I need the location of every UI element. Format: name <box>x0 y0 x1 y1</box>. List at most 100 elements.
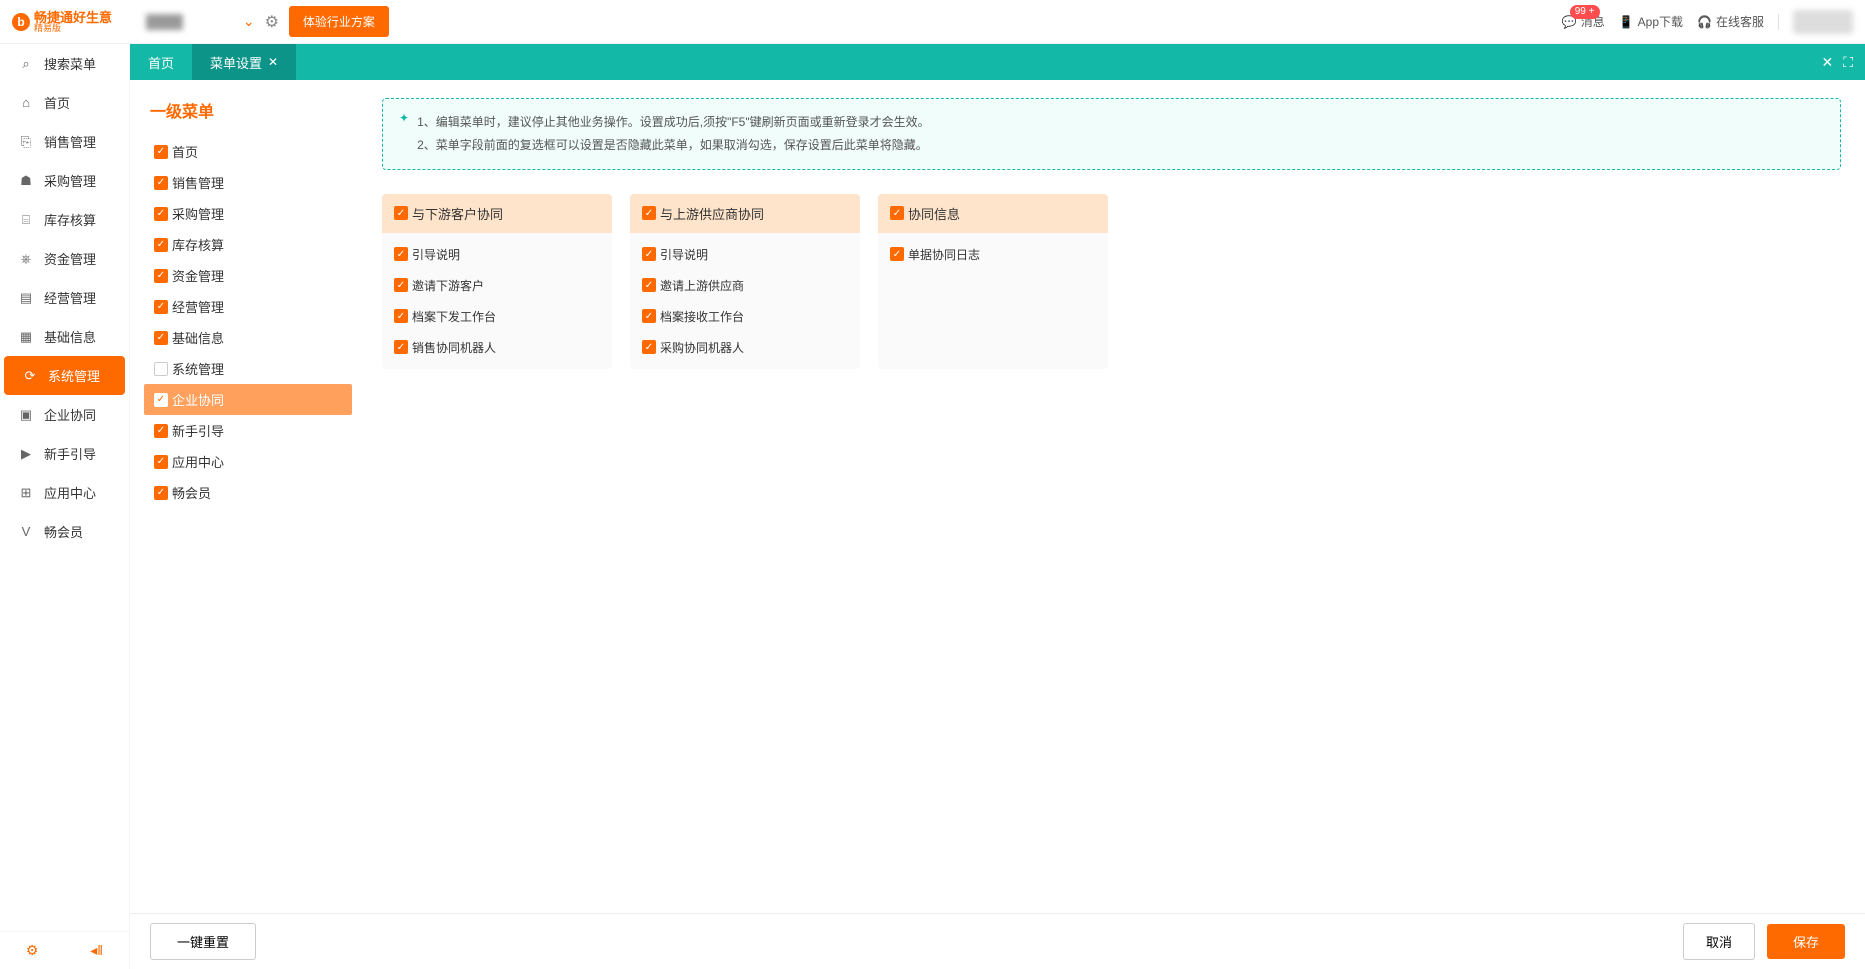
level1-item[interactable]: ✓库存核算 <box>150 229 358 260</box>
checkbox[interactable]: ✓ <box>394 340 408 354</box>
detail-panel: ✦ 1、编辑菜单时，建议停止其他业务操作。设置成功后,须按"F5"键刷新页面或重… <box>358 80 1865 913</box>
save-button[interactable]: 保存 <box>1767 924 1845 959</box>
sidebar-collapse-icon[interactable]: ◂‖ <box>90 942 103 959</box>
sidebar-item-fund[interactable]: ⎈资金管理 <box>0 239 129 278</box>
tenant-chevron-icon[interactable]: ⌄ <box>243 13 255 30</box>
checkbox[interactable]: ✓ <box>154 331 168 345</box>
menu-group-header[interactable]: ✓与下游客户协同 <box>382 194 612 233</box>
level1-item[interactable]: ✓企业协同 <box>144 384 352 415</box>
tabbar-fullscreen-icon[interactable]: ⛶ <box>1843 54 1853 71</box>
checkbox[interactable]: ✓ <box>642 340 656 354</box>
online-service-link[interactable]: 🎧 在线客服 <box>1697 13 1764 30</box>
sidebar-item-sys[interactable]: ⟳系统管理 <box>4 356 125 395</box>
checkbox[interactable]: ✓ <box>890 206 904 220</box>
sidebar-item-label: 经营管理 <box>44 288 96 307</box>
menu-group-header[interactable]: ✓协同信息 <box>878 194 1108 233</box>
checkbox[interactable]: ✓ <box>154 424 168 438</box>
tab-1[interactable]: 菜单设置✕ <box>192 44 296 80</box>
checkbox[interactable]: ✓ <box>394 206 408 220</box>
level1-item[interactable]: ✓应用中心 <box>150 446 358 477</box>
checkbox[interactable] <box>154 362 168 376</box>
level1-item[interactable]: ✓基础信息 <box>150 322 358 353</box>
menu-group-title: 与上游供应商协同 <box>660 204 764 223</box>
menu-group-item-label: 引导说明 <box>412 246 460 263</box>
menu-group-item[interactable]: ✓档案接收工作台 <box>630 301 860 332</box>
sidebar-item-biz[interactable]: ▤经营管理 <box>0 278 129 317</box>
menu-group-item[interactable]: ✓邀请下游客户 <box>382 270 612 301</box>
checkbox[interactable]: ✓ <box>154 393 168 407</box>
sidebar-item-stock[interactable]: ⌸库存核算 <box>0 200 129 239</box>
menu-group-item[interactable]: ✓单据协同日志 <box>878 239 1108 270</box>
logo-icon: b <box>12 13 30 31</box>
sidebar-item-vip[interactable]: V畅会员 <box>0 512 129 551</box>
industry-plan-button[interactable]: 体验行业方案 <box>289 6 389 37</box>
sidebar-item-label: 基础信息 <box>44 327 96 346</box>
checkbox[interactable]: ✓ <box>154 176 168 190</box>
menu-group: ✓协同信息 ✓单据协同日志 <box>878 194 1108 369</box>
level1-item[interactable]: ✓经营管理 <box>150 291 358 322</box>
tenant-selector[interactable]: ████ <box>146 14 183 29</box>
checkbox[interactable]: ✓ <box>154 145 168 159</box>
tabbar-close-icon[interactable]: ✕ <box>1821 54 1833 71</box>
info-box: ✦ 1、编辑菜单时，建议停止其他业务操作。设置成功后,须按"F5"键刷新页面或重… <box>382 98 1841 170</box>
checkbox[interactable]: ✓ <box>154 269 168 283</box>
level1-item-label: 系统管理 <box>172 359 224 378</box>
checkbox[interactable]: ✓ <box>394 247 408 261</box>
tab-0[interactable]: 首页 <box>130 44 192 80</box>
logo[interactable]: b 畅捷通好生意 精易版 <box>12 11 130 33</box>
level1-item[interactable]: ✓销售管理 <box>150 167 358 198</box>
settings-gear-icon[interactable]: ⚙ <box>265 12 279 32</box>
app-download-link[interactable]: 📱 App下载 <box>1619 13 1683 30</box>
level1-item[interactable]: ✓采购管理 <box>150 198 358 229</box>
menu-group-item[interactable]: ✓ 档案下发工作台 <box>382 301 612 332</box>
checkbox[interactable]: ✓ <box>642 206 656 220</box>
checkbox[interactable]: ✓ <box>642 247 656 261</box>
sidebar-settings-icon[interactable]: ⚙ <box>26 942 39 959</box>
reset-button[interactable]: 一键重置 <box>150 923 256 960</box>
level1-item[interactable]: ✓首页 <box>150 136 358 167</box>
sidebar-item-label: 采购管理 <box>44 171 96 190</box>
menu-group-item[interactable]: ✓ 邀请上游供应商 <box>630 270 860 301</box>
info-line-1: 1、编辑菜单时，建议停止其他业务操作。设置成功后,须按"F5"键刷新页面或重新登… <box>417 111 930 134</box>
sidebar-item-sale[interactable]: ⎘销售管理 <box>0 122 129 161</box>
checkbox[interactable]: ✓ <box>154 455 168 469</box>
level1-panel: 一级菜单 ✓首页✓销售管理✓采购管理✓库存核算✓资金管理✓经营管理✓基础信息系统… <box>130 80 358 913</box>
messages-link[interactable]: 💬 99 + 消息 <box>1562 13 1605 30</box>
checkbox[interactable]: ✓ <box>394 309 408 323</box>
cancel-button[interactable]: 取消 <box>1683 923 1755 960</box>
sidebar-item-info[interactable]: ▦基础信息 <box>0 317 129 356</box>
checkbox[interactable]: ✓ <box>154 300 168 314</box>
menu-group-item[interactable]: ✓采购协同机器人 <box>630 332 860 363</box>
sidebar-item-home[interactable]: ⌂首页 <box>0 83 129 122</box>
user-avatar[interactable] <box>1793 10 1853 34</box>
sidebar-item-apps[interactable]: ⊞应用中心 <box>0 473 129 512</box>
sidebar-item-purchase[interactable]: ☗采购管理 <box>0 161 129 200</box>
tab-label: 首页 <box>148 53 174 72</box>
menu-group-item-label: 邀请上游供应商 <box>660 277 744 294</box>
level1-item[interactable]: ✓资金管理 <box>150 260 358 291</box>
level1-item[interactable]: ✓ 畅会员 <box>150 477 358 508</box>
menu-group-item[interactable]: ✓销售协同机器人 <box>382 332 612 363</box>
sys-icon: ⟳ <box>22 368 38 384</box>
menu-group-item[interactable]: ✓引导说明 <box>630 239 860 270</box>
level1-item[interactable]: 系统管理 <box>150 353 358 384</box>
sidebar-item-search[interactable]: ⌕搜索菜单 <box>0 44 129 83</box>
sidebar-item-coop[interactable]: ▣企业协同 <box>0 395 129 434</box>
menu-group-item-label: 档案下发工作台 <box>412 308 496 325</box>
menu-group-item[interactable]: ✓ 引导说明 <box>382 239 612 270</box>
sale-icon: ⎘ <box>18 134 34 150</box>
info-line-2: 2、菜单字段前面的复选框可以设置是否隐藏此菜单，如果取消勾选，保存设置后此菜单将… <box>417 134 930 157</box>
checkbox[interactable]: ✓ <box>394 278 408 292</box>
checkbox[interactable]: ✓ <box>154 238 168 252</box>
checkbox[interactable]: ✓ <box>154 486 168 500</box>
tab-close-icon[interactable]: ✕ <box>268 55 278 69</box>
checkbox[interactable]: ✓ <box>642 309 656 323</box>
checkbox[interactable]: ✓ <box>890 247 904 261</box>
checkbox[interactable]: ✓ <box>642 278 656 292</box>
sidebar-item-guide[interactable]: ▶新手引导 <box>0 434 129 473</box>
level1-item-label: 畅会员 <box>172 483 211 502</box>
level1-item[interactable]: ✓新手引导 <box>150 415 358 446</box>
footer-bar: 一键重置 取消 保存 <box>130 913 1865 969</box>
checkbox[interactable]: ✓ <box>154 207 168 221</box>
menu-group-header[interactable]: ✓ 与上游供应商协同 <box>630 194 860 233</box>
